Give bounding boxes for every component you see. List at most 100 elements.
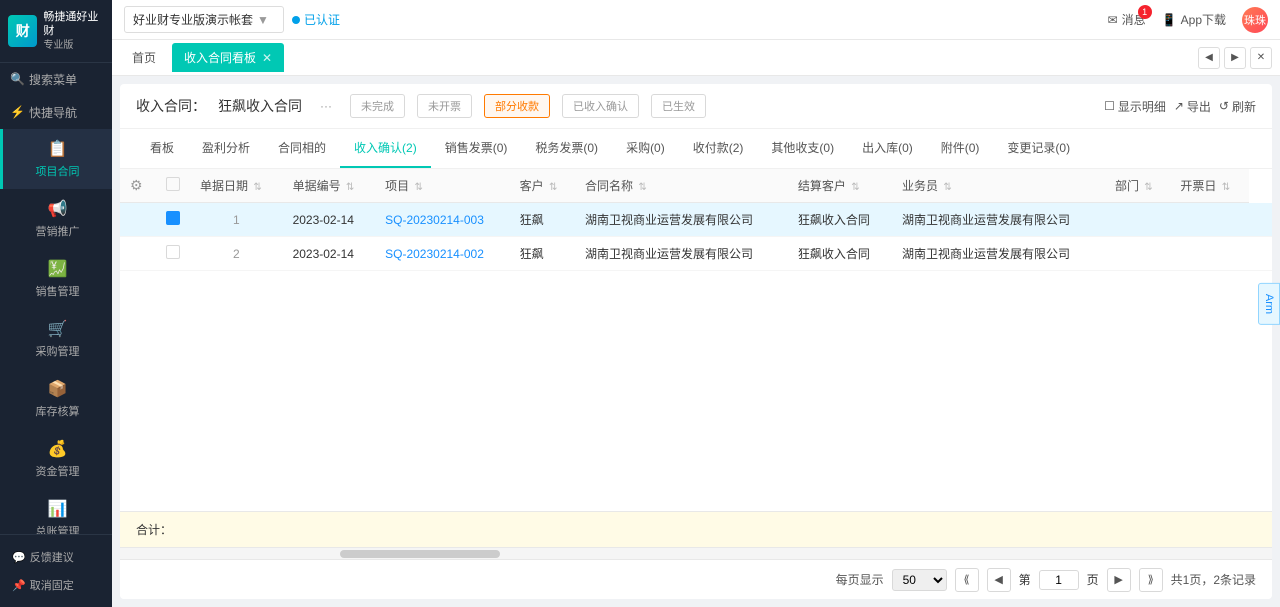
status-confirmed[interactable]: 已收入确认	[562, 94, 639, 118]
sidebar-item-inventory[interactable]: 📦 库存核算	[0, 369, 112, 429]
th-project[interactable]: 项目 ⇅	[375, 169, 509, 203]
tab-contract-related[interactable]: 合同相的	[264, 129, 340, 168]
next-page-button[interactable]: ▶	[1107, 568, 1131, 592]
certified-dot	[292, 16, 300, 24]
tab-close-icon[interactable]: ✕	[262, 51, 272, 65]
th-customer[interactable]: 客户 ⇅	[510, 169, 575, 203]
checkbox-icon: ☐	[1104, 99, 1115, 113]
last-page-button[interactable]: ⟫	[1139, 568, 1163, 592]
scrollbar-thumb[interactable]	[340, 550, 500, 558]
row-dept-0	[1170, 203, 1249, 237]
row-customer-0: 湖南卫视商业运营发展有限公司	[575, 203, 788, 237]
contract-header: 收入合同： 狂飙收入合同 ··· 未完成 未开票 部分收款 已收入确认 已生效 …	[120, 84, 1272, 129]
status-noinvoice[interactable]: 未开票	[417, 94, 472, 118]
th-salesman[interactable]: 业务员 ⇅	[892, 169, 1105, 203]
user-menu[interactable]: 珠珠	[1242, 7, 1268, 33]
table-container: ⚙ 单据日期 ⇅ 单据编号 ⇅	[120, 169, 1272, 511]
sales-icon: 💹	[48, 259, 68, 279]
th-invoice-date[interactable]: 开票日 ⇅	[1170, 169, 1249, 203]
company-selector[interactable]: 好业财专业版演示帐套 ▼	[124, 6, 284, 33]
tab-next-button[interactable]: ▶	[1224, 47, 1246, 69]
contract-more-button[interactable]: ···	[314, 97, 338, 115]
sidebar-menu: 📋 项目合同 📢 营销推广 💹 销售管理 🛒 采购管理 📦 库存核算 💰 资金管…	[0, 129, 112, 534]
tab-inout-stock[interactable]: 出入库(0)	[848, 129, 927, 168]
row-number-1[interactable]: SQ-20230214-002	[375, 237, 509, 271]
page-input[interactable]	[1039, 570, 1079, 590]
row-settle-1: 湖南卫视商业运营发展有限公司	[892, 237, 1105, 271]
quick-nav-button[interactable]: ⚡ 快捷导航	[0, 96, 112, 129]
phone-icon: 📱	[1162, 13, 1177, 27]
sidebar-item-funds[interactable]: 💰 资金管理	[0, 429, 112, 489]
tab-other-income[interactable]: 其他收支(0)	[757, 129, 848, 168]
sidebar-item-purchase[interactable]: 🛒 采购管理	[0, 309, 112, 369]
sidebar-item-ledger[interactable]: 📊 总账管理	[0, 489, 112, 534]
tab-payment[interactable]: 收付款(2)	[679, 129, 758, 168]
first-page-button[interactable]: ⟪	[955, 568, 979, 592]
feedback-button[interactable]: 💬 反馈建议	[8, 543, 104, 571]
row-setting-1	[120, 237, 156, 271]
topbar: 好业财专业版演示帐套 ▼ 已认证 ✉ 1 消息 📱 App下载 珠珠	[112, 0, 1280, 40]
sidebar-bottom: 💬 反馈建议 📌 取消固定	[0, 534, 112, 607]
horizontal-scrollbar[interactable]	[120, 547, 1272, 559]
tab-sales-invoice[interactable]: 销售发票(0)	[431, 129, 522, 168]
tab-purchase[interactable]: 采购(0)	[612, 129, 679, 168]
sidebar: 财 畅捷通好业财 专业版 🔍 搜索菜单 ⚡ 快捷导航 📋 项目合同 📢 营销推广…	[0, 0, 112, 607]
sort-date-icon: ⇅	[253, 182, 261, 193]
tab-contract-board[interactable]: 收入合同看板 ✕	[172, 43, 284, 72]
tab-close-all-button[interactable]: ✕	[1250, 47, 1272, 69]
sort-number-icon: ⇅	[346, 182, 354, 193]
logo-icon: 财	[8, 15, 37, 47]
tab-board[interactable]: 看板	[136, 129, 188, 168]
sort-project-icon: ⇅	[414, 182, 422, 193]
page-label: 第	[1019, 571, 1031, 588]
th-dept[interactable]: 部门 ⇅	[1105, 169, 1170, 203]
logo-text: 畅捷通好业财 专业版	[43, 10, 104, 52]
row-number-0[interactable]: SQ-20230214-003	[375, 203, 509, 237]
marketing-icon: 📢	[48, 199, 68, 219]
feedback-icon: 💬	[12, 551, 26, 564]
th-number[interactable]: 单据编号 ⇅	[283, 169, 376, 203]
status-incomplete[interactable]: 未完成	[350, 94, 405, 118]
sort-contract-icon: ⇅	[638, 182, 646, 193]
page-label-end: 页	[1087, 571, 1099, 588]
show-detail-toggle[interactable]: ☐ 显示明细	[1104, 98, 1166, 115]
sort-settle-icon: ⇅	[851, 182, 859, 193]
tab-tax-invoice[interactable]: 税务发票(0)	[521, 129, 612, 168]
settings-icon[interactable]: ⚙	[130, 177, 143, 193]
row-check-1[interactable]	[156, 237, 190, 271]
app-download-button[interactable]: 📱 App下载	[1162, 11, 1226, 28]
per-page-select[interactable]: 50 20 100	[892, 569, 947, 591]
select-all-checkbox[interactable]	[166, 177, 180, 191]
tab-attachment[interactable]: 附件(0)	[927, 129, 994, 168]
tab-change-log[interactable]: 变更记录(0)	[993, 129, 1084, 168]
status-partial[interactable]: 部分收款	[484, 94, 550, 118]
sort-customer-icon: ⇅	[549, 182, 557, 193]
tab-prev-button[interactable]: ◀	[1198, 47, 1220, 69]
export-button[interactable]: ↗ 导出	[1174, 98, 1211, 115]
prev-page-button[interactable]: ◀	[987, 568, 1011, 592]
sidebar-item-marketing[interactable]: 📢 营销推广	[0, 189, 112, 249]
tab-nav: ◀ ▶ ✕	[1198, 47, 1272, 69]
ledger-icon: 📊	[48, 499, 68, 519]
sidebar-item-sales[interactable]: 💹 销售管理	[0, 249, 112, 309]
sidebar-item-project-contract[interactable]: 📋 项目合同	[0, 129, 112, 189]
tab-home[interactable]: 首页	[120, 43, 168, 72]
tab-revenue-confirm[interactable]: 收入确认(2)	[340, 129, 431, 168]
row-num-1: 2	[190, 237, 283, 271]
search-menu[interactable]: 🔍 搜索菜单	[0, 63, 112, 96]
message-button[interactable]: ✉ 1 消息	[1108, 11, 1146, 28]
row-check-0[interactable]	[156, 203, 190, 237]
refresh-button[interactable]: ↺ 刷新	[1219, 98, 1256, 115]
sort-dept-icon: ⇅	[1144, 182, 1152, 193]
arm-panel-button[interactable]: Arm	[1258, 282, 1280, 324]
row-date-1: 2023-02-14	[283, 237, 376, 271]
status-active[interactable]: 已生效	[651, 94, 706, 118]
tab-profit[interactable]: 盈利分析	[188, 129, 264, 168]
right-action-panel: Arm	[1258, 282, 1280, 324]
th-date[interactable]: 单据日期 ⇅	[190, 169, 283, 203]
th-contract[interactable]: 合同名称 ⇅	[575, 169, 788, 203]
th-settle-customer[interactable]: 结算客户 ⇅	[788, 169, 892, 203]
unpin-button[interactable]: 📌 取消固定	[8, 571, 104, 599]
purchase-icon: 🛒	[48, 319, 68, 339]
pagination-info: 共1页，2条记录	[1171, 571, 1256, 588]
